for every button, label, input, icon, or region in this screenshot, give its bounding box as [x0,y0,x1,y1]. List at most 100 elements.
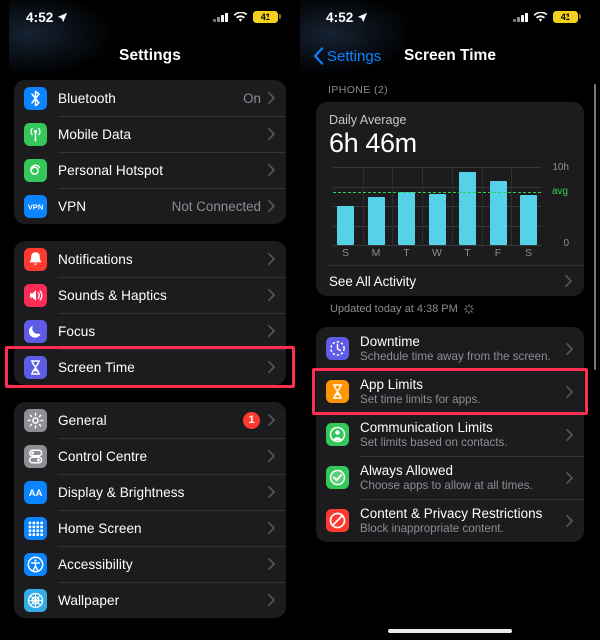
chart-bar-t-2 [398,192,415,246]
chevron-right-icon [566,471,573,484]
settings-group: Bluetooth On Mobile Data Personal Hotspot VP… [14,80,286,224]
chevron-right-icon [268,450,275,462]
chart-xlabel-1: M [371,247,381,260]
back-button[interactable]: Settings [313,47,381,65]
status-bar-right: 41 ⚡ [213,10,281,24]
chart-gridline [333,245,541,246]
cellular-signal-icon [213,12,228,22]
left-phone-settings-screen: 4:52 41 ⚡ Settings Bluetooth On Mobile D… [0,0,300,640]
screen-time-features-card: Downtime Schedule time away from the scre… [316,327,584,543]
sidebar-item-general[interactable]: General 1 [14,402,286,438]
settings-row-value: Not Connected [171,198,261,214]
sidebar-item-vpn[interactable]: VPN VPN Not Connected [14,188,286,224]
chevron-left-icon [314,47,324,65]
settings-row-label: Wallpaper [58,592,120,608]
see-all-activity-row[interactable]: See All Activity [316,266,584,296]
feature-row-title: Content & Privacy Restrictions [360,506,543,522]
sidebar-item-display-brightness[interactable]: AA Display & Brightness [14,474,286,510]
chart-xlabel-5: F [494,247,502,260]
chevron-right-icon [565,275,572,287]
settings-row-label: Accessibility [58,556,133,572]
focus-moon-icon [24,319,47,343]
sidebar-item-notifications[interactable]: Notifications [14,241,286,277]
location-arrow-icon [58,12,68,22]
daily-average-content: Daily Average 6h 46m 10h 0 avg S M T W T F S [316,102,584,265]
settings-row-label: Personal Hotspot [58,162,164,178]
svg-text:VPN: VPN [28,202,44,211]
daily-average-label: Daily Average [329,113,407,127]
sidebar-item-bluetooth[interactable]: Bluetooth On [14,80,286,116]
sidebar-item-mobile-data[interactable]: Mobile Data [14,116,286,152]
daily-average-value: 6h 46m [329,128,417,158]
chevron-right-icon [566,342,573,355]
feature-row-communication-limits[interactable]: Communication Limits Set limits based on … [316,413,584,456]
settings-row-label: Sounds & Haptics [58,287,167,303]
always-allowed-check-icon [326,466,349,490]
see-all-activity-label: See All Activity [329,273,417,289]
screen-time-scroll[interactable]: IPHONE (2) Daily Average 6h 46m 10h 0 avg … [300,78,600,640]
chart-plot-area [333,167,541,246]
clock-time-right: 4:52 [326,9,354,25]
back-button-label: Settings [327,47,382,65]
sidebar-item-home-screen[interactable]: Home Screen [14,510,286,546]
wifi-icon [533,11,548,22]
wifi-icon [233,11,248,22]
chevron-right-icon [268,253,275,265]
chevron-right-icon [268,128,275,140]
settings-row-label: Mobile Data [58,126,132,142]
chart-xlabel-6: S [524,247,532,260]
chevron-right-icon [566,428,573,441]
sidebar-item-accessibility[interactable]: Accessibility [14,546,286,582]
sidebar-item-focus[interactable]: Focus [14,313,286,349]
chart-bar-w-3 [428,193,446,246]
settings-list-scroll[interactable]: Bluetooth On Mobile Data Personal Hotspot VP… [0,78,300,640]
chart-x-axis-labels: SMTWTFS [333,247,541,259]
feature-row-downtime[interactable]: Downtime Schedule time away from the scre… [316,327,584,370]
sidebar-item-wallpaper[interactable]: Wallpaper [14,582,286,618]
feature-row-app-limits[interactable]: App Limits Set time limits for apps. [316,370,584,413]
chart-average-label: avg [551,186,568,198]
communication-limits-person-icon [326,423,349,447]
screen-time-hourglass-icon [24,355,47,379]
personal-hotspot-icon [24,158,47,182]
sidebar-item-personal-hotspot[interactable]: Personal Hotspot [14,152,286,188]
home-screen-grid-icon [24,516,47,540]
page-title-screen-time: Screen Time [404,47,496,64]
sidebar-item-screen-time[interactable]: Screen Time [14,349,286,385]
chevron-right-icon [268,522,275,534]
chevron-right-icon [268,558,275,570]
notifications-bell-icon [24,247,47,271]
updated-text: Updated today at 4:38 PM [330,303,458,316]
chevron-right-icon [268,289,275,301]
feature-row-content-privacy-restrictions[interactable]: Content & Privacy Restrictions Block inap… [316,499,584,542]
status-badge: 1 [243,411,260,429]
wallpaper-flower-icon [24,588,47,612]
chevron-right-icon [566,385,573,398]
page-title: Settings [119,47,181,64]
chevron-right-icon [268,164,275,176]
home-indicator[interactable] [388,628,512,633]
chart-bar-f-5 [489,180,507,246]
settings-row-label: Notifications [58,251,133,267]
sidebar-item-control-centre[interactable]: Control Centre [14,438,286,474]
chart-xlabel-0: S [341,247,349,260]
vertical-scrollbar[interactable] [593,84,596,370]
chevron-right-icon [566,514,573,527]
feature-row-always-allowed[interactable]: Always Allowed Choose apps to allow at al… [316,456,584,499]
battery-charging-icon: 41 ⚡ [553,10,581,24]
content-privacy-block-icon [326,509,349,533]
chevron-right-icon [268,414,275,426]
chart-bar-s-0 [337,206,354,246]
feature-row-subtitle: Schedule time away from the screen. [360,350,551,364]
display-brightness-aa-icon: AA [24,480,47,504]
right-navigation-bar: Settings Screen Time [300,34,600,78]
chart-average-line [333,192,541,194]
sidebar-item-sounds-haptics[interactable]: Sounds & Haptics [14,277,286,313]
downtime-clock-icon [326,337,349,361]
chevron-right-icon [268,92,275,104]
status-bar-left: 4:52 [26,10,68,25]
location-arrow-icon [358,12,368,22]
chevron-right-icon [268,594,275,606]
chevron-right-icon [268,325,275,337]
svg-text:AA: AA [29,488,43,499]
